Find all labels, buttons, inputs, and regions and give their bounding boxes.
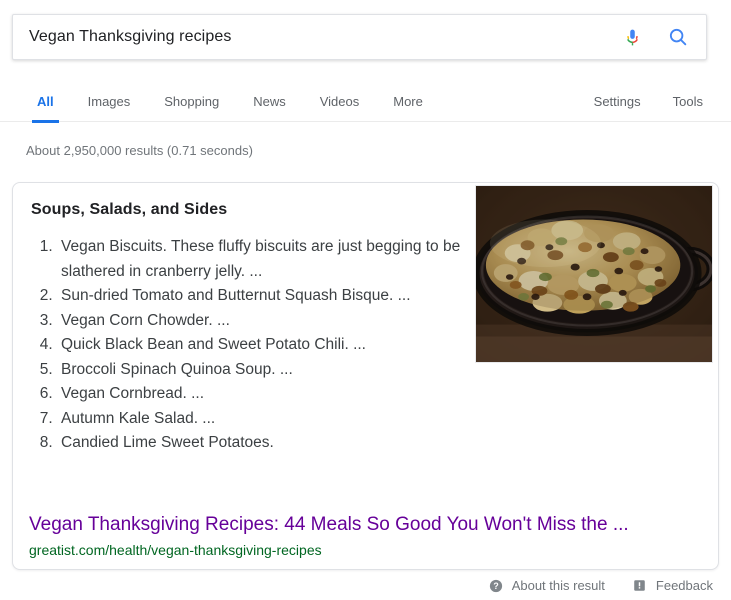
help-circle-icon: ? xyxy=(489,579,503,593)
search-bar[interactable] xyxy=(12,14,707,60)
search-input[interactable] xyxy=(13,28,620,46)
tab-more[interactable]: More xyxy=(376,82,440,122)
snippet-heading: Soups, Salads, and Sides xyxy=(31,201,228,218)
result-title-link[interactable]: Vegan Thanksgiving Recipes: 44 Meals So … xyxy=(29,513,629,537)
list-item: Broccoli Spinach Quinoa Soup. ... xyxy=(57,358,492,383)
feedback-label: Feedback xyxy=(655,578,713,593)
list-item: Vegan Biscuits. These fluffy biscuits ar… xyxy=(57,235,492,284)
featured-snippet-card: Soups, Salads, and Sides Vegan Biscuits.… xyxy=(12,182,719,570)
snippet-thumbnail[interactable] xyxy=(475,185,713,363)
tools-button[interactable]: Tools xyxy=(657,82,719,122)
list-item: Quick Black Bean and Sweet Potato Chili.… xyxy=(57,333,492,358)
settings-button[interactable]: Settings xyxy=(578,82,657,122)
about-this-result-button[interactable]: ? About this result xyxy=(489,578,605,593)
result-url: greatist.com/health/vegan-thanksgiving-r… xyxy=(29,542,322,558)
result-stats: About 2,950,000 results (0.71 seconds) xyxy=(26,143,253,158)
tab-all[interactable]: All xyxy=(20,82,71,123)
nav-tabs-right: Settings Tools xyxy=(578,82,719,122)
feedback-flag-icon xyxy=(633,579,647,593)
list-item: Vegan Corn Chowder. ... xyxy=(57,309,492,334)
feedback-button[interactable]: Feedback xyxy=(633,578,713,593)
tab-videos[interactable]: Videos xyxy=(303,82,377,122)
search-icon[interactable] xyxy=(666,25,690,49)
search-bar-actions xyxy=(620,25,706,49)
nav-tabs-left: All Images Shopping News Videos More xyxy=(20,82,440,123)
tab-images[interactable]: Images xyxy=(71,82,148,122)
svg-text:?: ? xyxy=(493,581,498,591)
list-item: Sun-dried Tomato and Butternut Squash Bi… xyxy=(57,284,492,309)
list-item: Autumn Kale Salad. ... xyxy=(57,407,492,432)
snippet-list: Vegan Biscuits. These fluffy biscuits ar… xyxy=(29,235,492,456)
list-item: Candied Lime Sweet Potatoes. xyxy=(57,431,492,456)
tab-shopping[interactable]: Shopping xyxy=(147,82,236,122)
about-this-result-label: About this result xyxy=(511,578,605,593)
microphone-icon[interactable] xyxy=(620,25,644,49)
tab-news[interactable]: News xyxy=(236,82,303,122)
result-footer: ? About this result Feedback xyxy=(489,578,713,593)
list-item: Vegan Cornbread. ... xyxy=(57,382,492,407)
search-nav-tabs: All Images Shopping News Videos More Set… xyxy=(0,82,731,123)
